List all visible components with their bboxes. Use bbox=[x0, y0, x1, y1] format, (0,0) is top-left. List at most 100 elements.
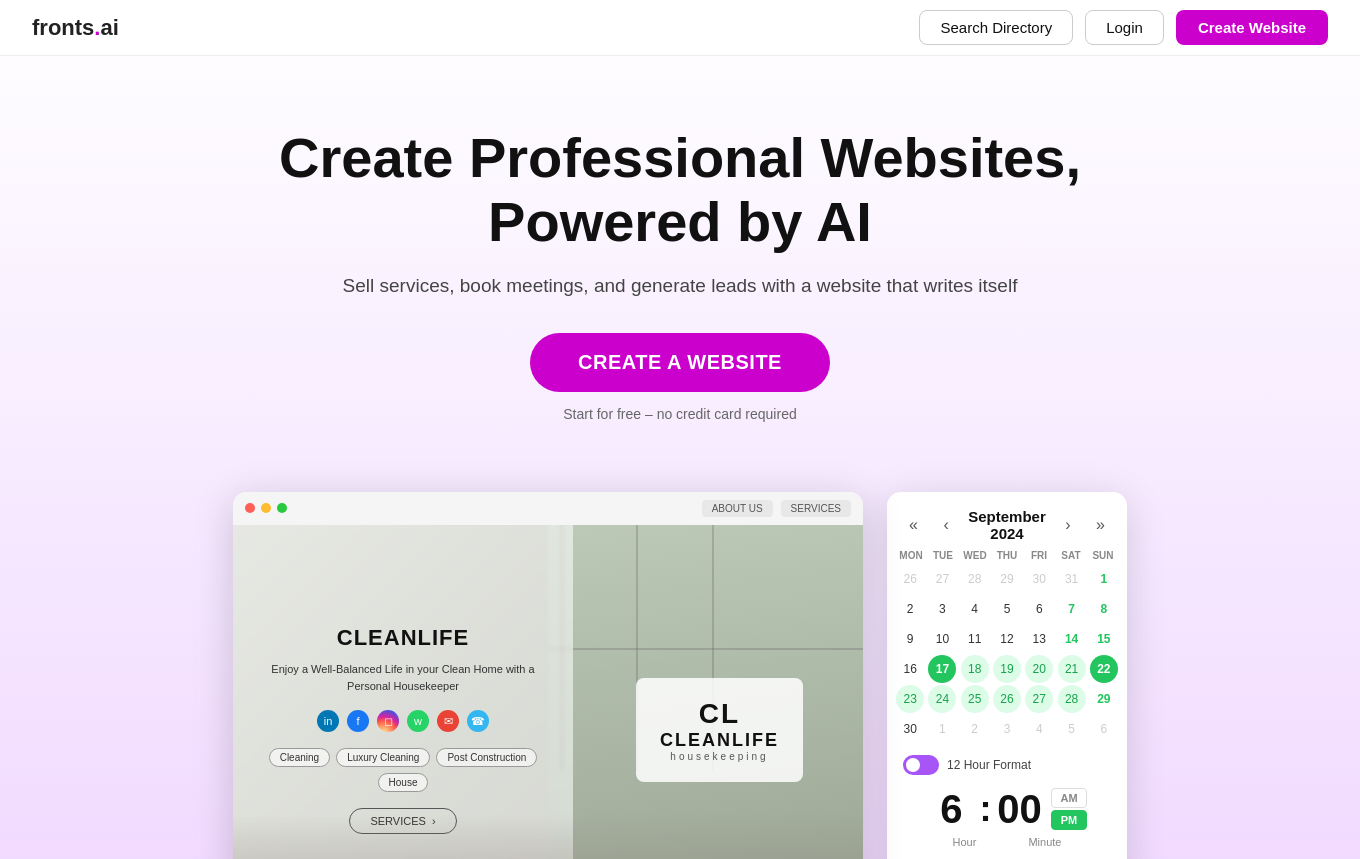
time-minute[interactable]: 00 bbox=[995, 787, 1043, 832]
tag-house: House bbox=[378, 773, 429, 792]
mockup-tags: Cleaning Luxury Cleaning Post Constructi… bbox=[263, 748, 543, 792]
create-website-cta-button[interactable]: CREATE A WEBSITE bbox=[530, 333, 830, 392]
whatsapp-icon: w bbox=[407, 710, 429, 732]
close-dot bbox=[245, 503, 255, 513]
hour-format-label: 12 Hour Format bbox=[947, 758, 1031, 772]
cal-next-button[interactable]: › bbox=[1059, 514, 1076, 536]
mockup-brand-name: CLEANLIFE bbox=[337, 625, 469, 651]
cal-day[interactable]: 26 bbox=[993, 685, 1021, 713]
mockup-services-btn[interactable]: SERVICES bbox=[781, 500, 851, 517]
fullscreen-dot bbox=[277, 503, 287, 513]
cal-day[interactable]: 6 bbox=[1090, 715, 1118, 743]
cal-day[interactable]: 2 bbox=[896, 595, 924, 623]
cal-day[interactable]: 27 bbox=[1025, 685, 1053, 713]
cal-day[interactable]: 25 bbox=[961, 685, 989, 713]
cal-day[interactable]: 27 bbox=[928, 565, 956, 593]
email-icon: ✉ bbox=[437, 710, 459, 732]
hero-section: Create Professional Websites, Powered by… bbox=[0, 56, 1360, 462]
navbar: fronts.ai Search Directory Login Create … bbox=[0, 0, 1360, 56]
cal-day[interactable]: 28 bbox=[961, 565, 989, 593]
tag-luxury: Luxury Cleaning bbox=[336, 748, 430, 767]
cal-day[interactable]: 23 bbox=[896, 685, 924, 713]
cal-day[interactable]: 28 bbox=[1058, 685, 1086, 713]
cal-day-today[interactable]: 17 bbox=[928, 655, 956, 683]
search-directory-button[interactable]: Search Directory bbox=[919, 10, 1073, 45]
cal-day[interactable]: 21 bbox=[1058, 655, 1086, 683]
time-hour[interactable]: 6 bbox=[927, 787, 975, 832]
mockup-content: CLEANLIFE Enjoy a Well-Balanced Life in … bbox=[233, 525, 863, 859]
calendar-grid: 26 27 28 29 30 31 1 2 3 4 5 6 7 8 9 10 1… bbox=[887, 565, 1127, 743]
nav-actions: Search Directory Login Create Website bbox=[919, 10, 1328, 45]
login-button[interactable]: Login bbox=[1085, 10, 1164, 45]
calendar-month-year: September 2024 bbox=[968, 508, 1046, 542]
cal-day[interactable]: 31 bbox=[1058, 565, 1086, 593]
cal-day[interactable]: 15 bbox=[1090, 625, 1118, 653]
mockup-about-btn[interactable]: ABOUT US bbox=[702, 500, 773, 517]
cal-day[interactable]: 20 bbox=[1025, 655, 1053, 683]
cal-day[interactable]: 6 bbox=[1025, 595, 1053, 623]
time-display: 6 : 00 AM PM bbox=[903, 787, 1111, 832]
hero-title: Create Professional Websites, Powered by… bbox=[230, 126, 1130, 255]
cal-day[interactable]: 16 bbox=[896, 655, 924, 683]
cal-day[interactable]: 29 bbox=[1090, 685, 1118, 713]
cal-day[interactable]: 5 bbox=[993, 595, 1021, 623]
cal-day[interactable]: 4 bbox=[961, 595, 989, 623]
cal-day[interactable]: 12 bbox=[993, 625, 1021, 653]
linkedin-icon: in bbox=[317, 710, 339, 732]
cal-next-next-button[interactable]: » bbox=[1090, 514, 1111, 536]
logo: fronts.ai bbox=[32, 15, 119, 41]
mockup-titlebar: ABOUT US SERVICES bbox=[233, 492, 863, 525]
cal-day[interactable]: 11 bbox=[961, 625, 989, 653]
hero-subtitle: Sell services, book meetings, and genera… bbox=[20, 275, 1340, 297]
am-button[interactable]: AM bbox=[1051, 788, 1086, 808]
instagram-icon: ◻ bbox=[377, 710, 399, 732]
cal-prev-prev-button[interactable]: « bbox=[903, 514, 924, 536]
cal-day[interactable]: 30 bbox=[1025, 565, 1053, 593]
cal-day[interactable]: 3 bbox=[928, 595, 956, 623]
cal-day[interactable]: 14 bbox=[1058, 625, 1086, 653]
time-section: 12 Hour Format 6 : 00 AM PM Hour Minute bbox=[887, 743, 1127, 848]
cal-day[interactable]: 24 bbox=[928, 685, 956, 713]
cal-day[interactable]: 22 bbox=[1090, 655, 1118, 683]
cal-day[interactable]: 13 bbox=[1025, 625, 1053, 653]
cal-day[interactable]: 2 bbox=[961, 715, 989, 743]
cal-day[interactable]: 8 bbox=[1090, 595, 1118, 623]
cal-day[interactable]: 7 bbox=[1058, 595, 1086, 623]
time-format-toggle: 12 Hour Format bbox=[903, 755, 1111, 775]
mockup-social-icons: in f ◻ w ✉ ☎ bbox=[317, 710, 489, 732]
mockup-overlay-panel: CLEANLIFE Enjoy a Well-Balanced Life in … bbox=[233, 525, 573, 859]
calendar-days-header: MON TUE WED THU FRI SAT SUN bbox=[887, 550, 1127, 561]
cal-day[interactable]: 19 bbox=[993, 655, 1021, 683]
mockup-nav-buttons: ABOUT US SERVICES bbox=[702, 500, 851, 517]
cal-day[interactable]: 1 bbox=[1090, 565, 1118, 593]
cal-day[interactable]: 1 bbox=[928, 715, 956, 743]
mockup-logo-subtitle: housekeeping bbox=[670, 751, 768, 762]
cal-day[interactable]: 9 bbox=[896, 625, 924, 653]
website-mockup: ABOUT US SERVICES CLEANLIFE Enjoy a Well… bbox=[233, 492, 863, 859]
mockup-logo-brand: CL bbox=[699, 698, 740, 730]
pm-button[interactable]: PM bbox=[1051, 810, 1086, 830]
ampm-selector: AM PM bbox=[1051, 788, 1086, 830]
cal-day[interactable]: 30 bbox=[896, 715, 924, 743]
phone-icon: ☎ bbox=[467, 710, 489, 732]
create-website-nav-button[interactable]: Create Website bbox=[1176, 10, 1328, 45]
calendar-mockup: « ‹ September 2024 › » MON TUE WED THU F… bbox=[887, 492, 1127, 859]
calendar-header: « ‹ September 2024 › » bbox=[887, 492, 1127, 550]
mockup-logo-text: CLEANLIFE bbox=[660, 730, 779, 751]
minute-label: Minute bbox=[1028, 836, 1061, 848]
cal-day[interactable]: 18 bbox=[961, 655, 989, 683]
cal-day[interactable]: 4 bbox=[1025, 715, 1053, 743]
cal-day[interactable]: 10 bbox=[928, 625, 956, 653]
cal-day[interactable]: 5 bbox=[1058, 715, 1086, 743]
hour-format-toggle-switch[interactable] bbox=[903, 755, 939, 775]
cal-day[interactable]: 3 bbox=[993, 715, 1021, 743]
minimize-dot bbox=[261, 503, 271, 513]
hour-label: Hour bbox=[953, 836, 977, 848]
cal-day[interactable]: 29 bbox=[993, 565, 1021, 593]
time-colon: : bbox=[979, 791, 991, 827]
cal-prev-button[interactable]: ‹ bbox=[937, 514, 954, 536]
mockup-logo-box: CL CLEANLIFE housekeeping bbox=[636, 678, 803, 782]
cal-day[interactable]: 26 bbox=[896, 565, 924, 593]
mockup-description: Enjoy a Well-Balanced Life in your Clean… bbox=[263, 661, 543, 694]
hero-sub-note: Start for free – no credit card required bbox=[20, 406, 1340, 422]
